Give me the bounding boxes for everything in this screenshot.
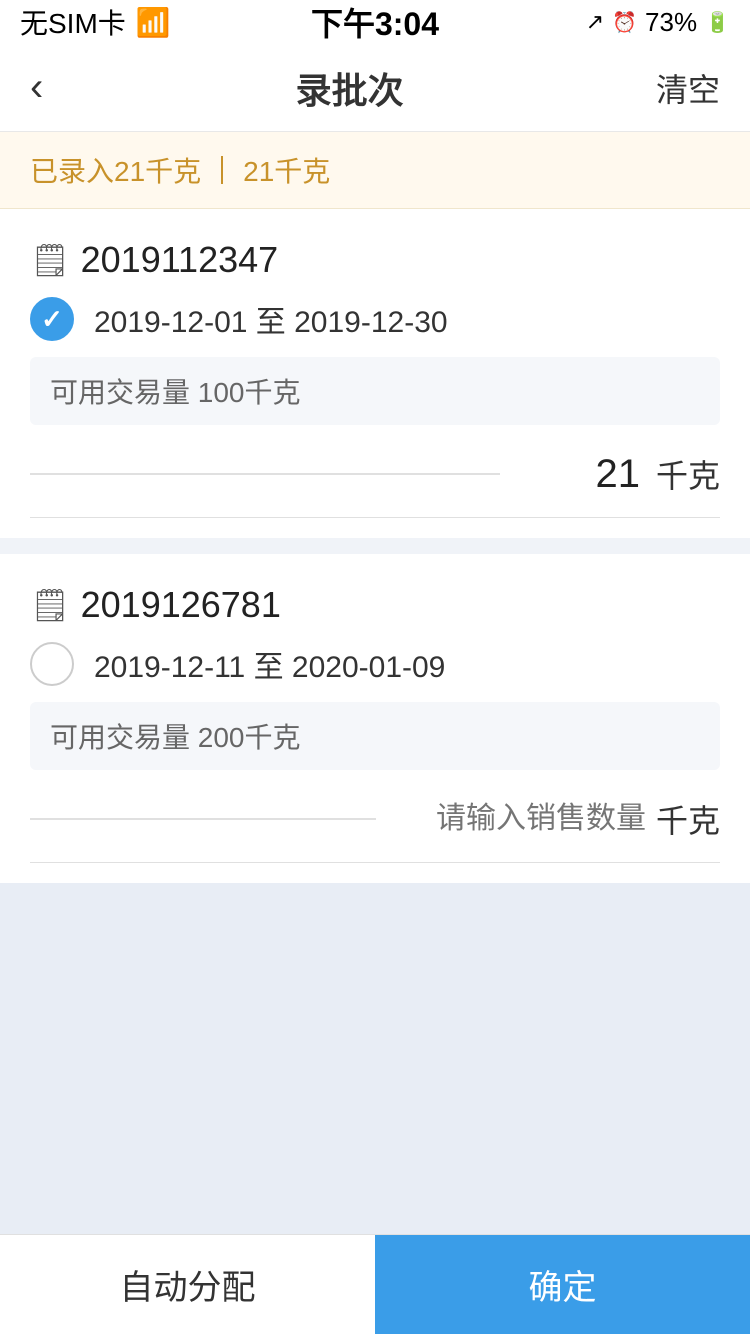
status-left: 无SIM卡 📶: [20, 2, 171, 42]
batch-date-1: 2019-12-01 至 2019-12-30: [94, 297, 448, 341]
summary-label: 已录入21千克: [30, 150, 201, 190]
separator-1: [0, 538, 750, 554]
batch-availability-1: 可用交易量 100千克: [30, 357, 720, 425]
input-row-2: 千克: [30, 786, 720, 863]
quantity-unit-1: 千克: [656, 451, 720, 497]
input-unit-2: 千克: [656, 796, 720, 842]
back-button[interactable]: ‹: [30, 65, 43, 110]
batch-date-2: 2019-12-11 至 2020-01-09: [94, 642, 445, 686]
sim-icon: 📶: [136, 6, 171, 39]
batch-id-1: 2019112347: [81, 239, 279, 281]
doc-icon-1: 🗒: [30, 241, 71, 279]
status-bar: 无SIM卡 📶 下午3:04 ↗ ⏰ 73% 🔋: [0, 0, 750, 44]
status-time: 下午3:04: [311, 0, 439, 45]
gray-area: [0, 883, 750, 1283]
batch-checkbox-1[interactable]: [30, 297, 74, 341]
batch-checkbox-2[interactable]: [30, 642, 74, 686]
battery-text: 73%: [645, 7, 697, 38]
batch-availability-2: 可用交易量 200千克: [30, 702, 720, 770]
batch-date-row-1: 2019-12-01 至 2019-12-30: [30, 297, 720, 341]
confirm-button[interactable]: 确定: [375, 1235, 750, 1334]
batch-item-1: 🗒 2019112347 2019-12-01 至 2019-12-30 可用交…: [0, 209, 750, 538]
status-right: ↗ ⏰ 73% 🔋: [586, 7, 730, 38]
alarm-icon: ⏰: [612, 10, 637, 35]
batch-header-1: 🗒 2019112347: [30, 239, 720, 281]
quantity-divider-1: [30, 473, 500, 475]
location-icon: ↗: [586, 9, 604, 35]
batch-item-2: 🗒 2019126781 2019-12-11 至 2020-01-09 可用交…: [0, 554, 750, 883]
summary-value: 21千克: [243, 150, 330, 190]
quantity-input-1[interactable]: [520, 452, 640, 497]
summary-banner: 已录入21千克 21千克: [0, 132, 750, 209]
auto-distribute-button[interactable]: 自动分配: [0, 1235, 375, 1334]
doc-icon-2: 🗒: [30, 586, 71, 624]
page-title: 录批次: [296, 62, 404, 114]
summary-divider: [221, 156, 223, 184]
nav-bar: ‹ 录批次 清空: [0, 44, 750, 132]
quantity-row-1: 千克: [30, 441, 720, 518]
clear-button[interactable]: 清空: [656, 65, 720, 111]
batch-header-2: 🗒 2019126781: [30, 584, 720, 626]
batch-id-2: 2019126781: [81, 584, 281, 626]
quantity-input-wrapper-1: 千克: [520, 451, 720, 497]
batch-date-row-2: 2019-12-11 至 2020-01-09: [30, 642, 720, 686]
bottom-bar: 自动分配 确定: [0, 1234, 750, 1334]
battery-icon: 🔋: [705, 10, 730, 35]
quantity-input-2[interactable]: [386, 802, 646, 836]
input-divider-2: [30, 818, 376, 820]
carrier-text: 无SIM卡: [20, 2, 126, 42]
